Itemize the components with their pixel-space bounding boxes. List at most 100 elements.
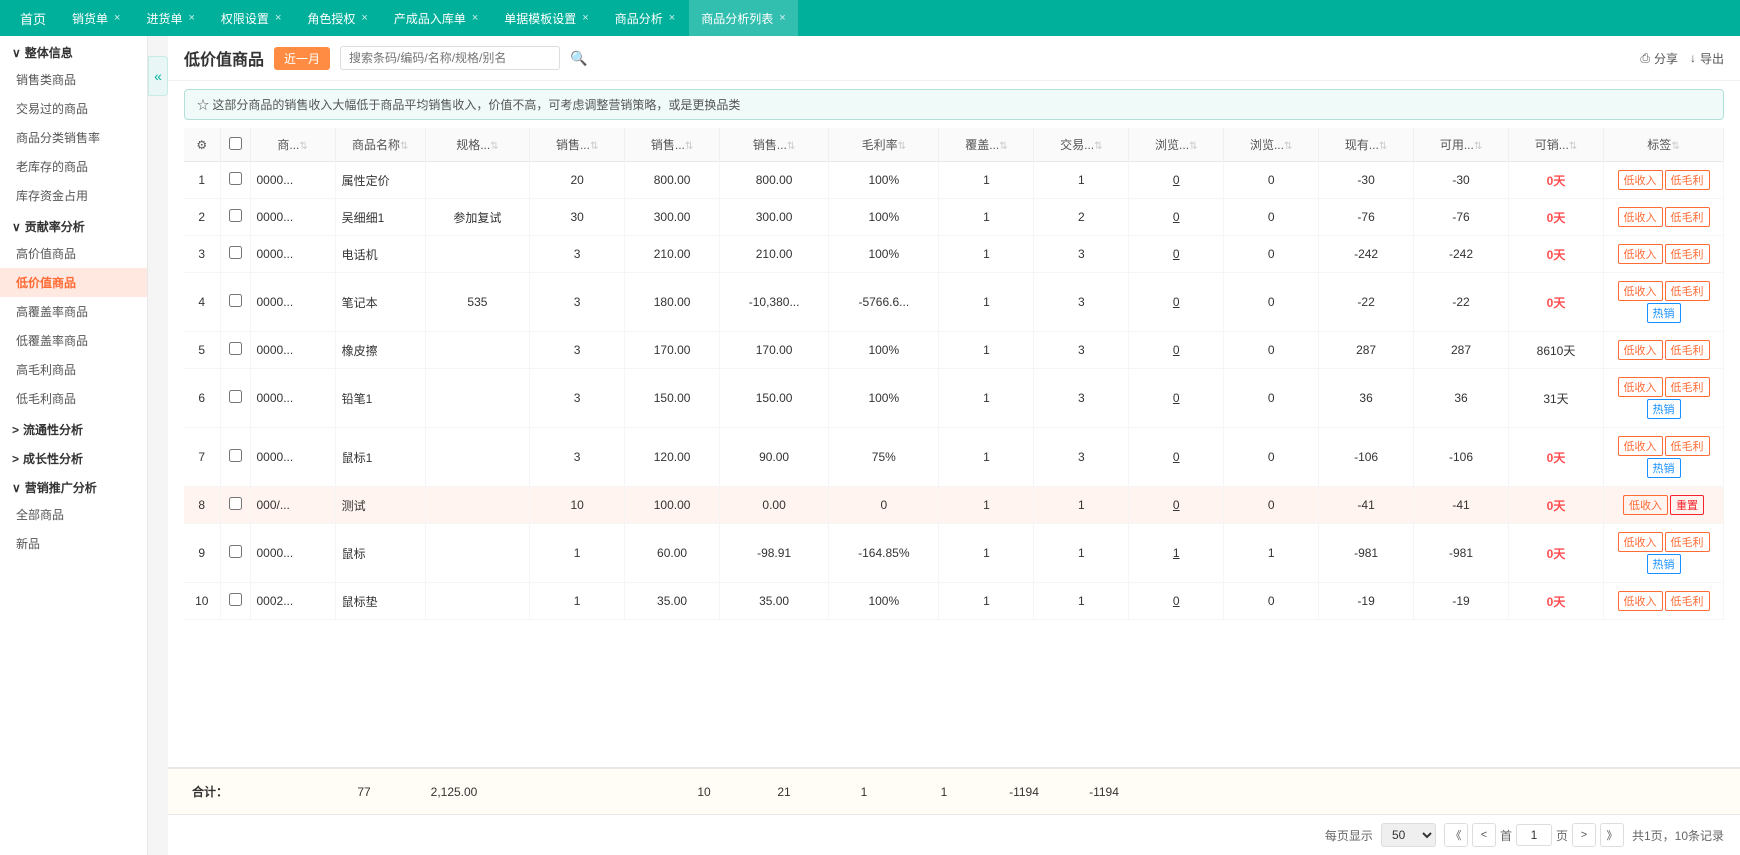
settings-col-header[interactable]: ⚙: [184, 128, 220, 162]
per-page-select[interactable]: 50 100 200: [1381, 823, 1436, 847]
row-select-checkbox[interactable]: [229, 246, 242, 259]
row-browse1[interactable]: 0: [1129, 369, 1224, 428]
nav-roles-close[interactable]: ×: [361, 12, 367, 24]
row-checkbox[interactable]: [220, 199, 250, 236]
nav-goods-analysis[interactable]: 商品分析 ×: [603, 0, 687, 36]
row-checkbox[interactable]: [220, 236, 250, 273]
sidebar-item-high-margin[interactable]: 高毛利商品: [0, 355, 147, 384]
col-salable[interactable]: 可销...⇅: [1508, 128, 1603, 162]
sidebar-group-growth[interactable]: > 成长性分析: [0, 442, 147, 471]
col-sale3[interactable]: 销售...⇅: [720, 128, 829, 162]
browse-link[interactable]: 0: [1173, 594, 1180, 608]
row-select-checkbox[interactable]: [229, 209, 242, 222]
nav-goods-list-close[interactable]: ×: [779, 12, 785, 24]
nav-permissions[interactable]: 权限设置 ×: [209, 0, 293, 36]
last-page-button[interactable]: 》: [1600, 823, 1624, 847]
row-select-checkbox[interactable]: [229, 497, 242, 510]
filter-recent-month-button[interactable]: 近一月: [274, 47, 330, 70]
nav-permissions-close[interactable]: ×: [275, 12, 281, 24]
row-select-checkbox[interactable]: [229, 545, 242, 558]
col-spec[interactable]: 规格...⇅: [425, 128, 530, 162]
browse-link[interactable]: 0: [1173, 295, 1180, 309]
sidebar-group-overall[interactable]: ∨ 整体信息: [0, 36, 147, 65]
row-select-checkbox[interactable]: [229, 294, 242, 307]
col-avail[interactable]: 可用...⇅: [1414, 128, 1509, 162]
browse-link[interactable]: 1: [1173, 546, 1180, 560]
nav-template[interactable]: 单据模板设置 ×: [492, 0, 600, 36]
sidebar-item-high-value[interactable]: 高价值商品: [0, 239, 147, 268]
col-code[interactable]: 商...⇅: [250, 128, 335, 162]
row-select-checkbox[interactable]: [229, 172, 242, 185]
row-checkbox[interactable]: [220, 583, 250, 620]
sidebar-group-marketing[interactable]: ∨ 营销推广分析: [0, 471, 147, 500]
col-browse2[interactable]: 浏览...⇅: [1224, 128, 1319, 162]
row-browse1[interactable]: 0: [1129, 162, 1224, 199]
nav-template-close[interactable]: ×: [582, 12, 588, 24]
row-checkbox[interactable]: [220, 369, 250, 428]
col-trade[interactable]: 交易...⇅: [1034, 128, 1129, 162]
col-tags[interactable]: 标签⇅: [1604, 128, 1724, 162]
first-page-button[interactable]: 《: [1444, 823, 1468, 847]
col-coverage[interactable]: 覆盖...⇅: [939, 128, 1034, 162]
row-browse1[interactable]: 0: [1129, 199, 1224, 236]
nav-home[interactable]: 首页: [8, 0, 58, 36]
row-checkbox[interactable]: [220, 428, 250, 487]
sidebar-group-flow[interactable]: > 流通性分析: [0, 413, 147, 442]
sidebar-item-low-value[interactable]: 低价值商品: [0, 268, 147, 297]
row-checkbox[interactable]: [220, 273, 250, 332]
row-browse1[interactable]: 0: [1129, 273, 1224, 332]
nav-product-in[interactable]: 产成品入库单 ×: [382, 0, 490, 36]
current-page-input[interactable]: [1516, 824, 1552, 846]
sidebar-item-stock-funds[interactable]: 库存资金占用: [0, 181, 147, 210]
browse-link[interactable]: 0: [1173, 210, 1180, 224]
sidebar-item-new-goods[interactable]: 新品: [0, 529, 147, 558]
sidebar-item-low-coverage[interactable]: 低覆盖率商品: [0, 326, 147, 355]
nav-goods-analysis-close[interactable]: ×: [669, 12, 675, 24]
sidebar-item-all-goods[interactable]: 全部商品: [0, 500, 147, 529]
select-all-checkbox[interactable]: [229, 137, 242, 150]
sidebar-item-traded-goods[interactable]: 交易过的商品: [0, 94, 147, 123]
browse-link[interactable]: 0: [1173, 498, 1180, 512]
nav-product-close[interactable]: ×: [472, 12, 478, 24]
row-browse1[interactable]: 0: [1129, 332, 1224, 369]
row-browse1[interactable]: 0: [1129, 236, 1224, 273]
row-select-checkbox[interactable]: [229, 449, 242, 462]
sidebar-item-low-margin[interactable]: 低毛利商品: [0, 384, 147, 413]
sidebar-item-high-coverage[interactable]: 高覆盖率商品: [0, 297, 147, 326]
browse-link[interactable]: 0: [1173, 450, 1180, 464]
row-checkbox[interactable]: [220, 162, 250, 199]
sidebar-group-contribution[interactable]: ∨ 贡献率分析: [0, 210, 147, 239]
sidebar-item-sales-goods[interactable]: 销售类商品: [0, 65, 147, 94]
sidebar-item-old-stock[interactable]: 老库存的商品: [0, 152, 147, 181]
col-sale1[interactable]: 销售...⇅: [530, 128, 625, 162]
col-gross[interactable]: 毛利率⇅: [829, 128, 939, 162]
nav-purchase-close[interactable]: ×: [188, 12, 194, 24]
sidebar-collapse-button[interactable]: «: [148, 56, 168, 96]
nav-sales-close[interactable]: ×: [114, 12, 120, 24]
search-input[interactable]: [340, 46, 560, 70]
browse-link[interactable]: 0: [1173, 247, 1180, 261]
col-stock[interactable]: 现有...⇅: [1319, 128, 1414, 162]
nav-goods-analysis-list[interactable]: 商品分析列表 ×: [689, 0, 797, 36]
prev-page-button[interactable]: <: [1472, 823, 1496, 847]
search-icon[interactable]: 🔍: [570, 50, 587, 67]
sidebar-item-category-sales[interactable]: 商品分类销售率: [0, 123, 147, 152]
share-button[interactable]: ⎙ 分享: [1640, 50, 1678, 67]
row-checkbox[interactable]: [220, 487, 250, 524]
browse-link[interactable]: 0: [1173, 391, 1180, 405]
col-browse1[interactable]: 浏览...⇅: [1129, 128, 1224, 162]
row-checkbox[interactable]: [220, 332, 250, 369]
nav-roles[interactable]: 角色授权 ×: [295, 0, 379, 36]
export-button[interactable]: ↓ 导出: [1690, 50, 1724, 67]
browse-link[interactable]: 0: [1173, 343, 1180, 357]
row-browse1[interactable]: 0: [1129, 428, 1224, 487]
row-select-checkbox[interactable]: [229, 593, 242, 606]
nav-purchase[interactable]: 进货单 ×: [134, 0, 206, 36]
row-browse1[interactable]: 0: [1129, 487, 1224, 524]
nav-sales[interactable]: 销货单 ×: [60, 0, 132, 36]
col-sale2[interactable]: 销售...⇅: [625, 128, 720, 162]
row-select-checkbox[interactable]: [229, 342, 242, 355]
row-browse1[interactable]: 1: [1129, 524, 1224, 583]
col-name[interactable]: 商品名称⇅: [335, 128, 425, 162]
checkbox-col-header[interactable]: [220, 128, 250, 162]
